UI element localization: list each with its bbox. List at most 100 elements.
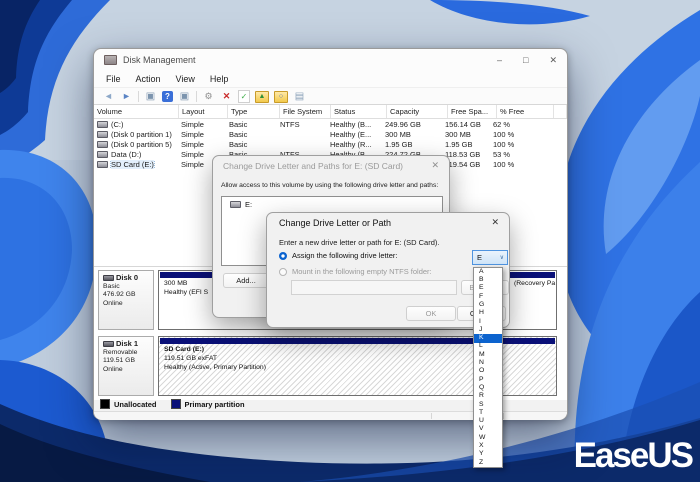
drive-letter-option[interactable]: G bbox=[474, 301, 502, 309]
drive-letter-option[interactable]: E bbox=[474, 284, 502, 293]
cell-freespace: 1.95 GB bbox=[445, 139, 473, 149]
easeus-logo: EaseUS bbox=[573, 436, 694, 475]
drive-letter-option[interactable]: O bbox=[474, 367, 502, 376]
forward-icon[interactable]: ► bbox=[120, 90, 133, 103]
volume-row[interactable]: (C:) Simple Basic NTFS Healthy (B... 249… bbox=[94, 119, 567, 129]
cell-freespace: 118.53 GB bbox=[445, 149, 481, 159]
drive-letter-option[interactable]: B bbox=[474, 276, 502, 284]
cell-freespace: 156.14 GB bbox=[445, 119, 481, 129]
cell-capacity: 300 MB bbox=[385, 129, 411, 139]
menu-action[interactable]: Action bbox=[136, 74, 161, 84]
minimize-button[interactable]: – bbox=[497, 55, 502, 66]
column-header-status[interactable]: Status bbox=[331, 105, 387, 118]
properties-check-icon[interactable]: ✓ bbox=[238, 90, 250, 103]
details-icon[interactable]: ▤ bbox=[293, 90, 306, 103]
actions-pane-icon[interactable]: ▣ bbox=[178, 90, 191, 103]
folder-search-icon[interactable]: ○ bbox=[274, 90, 288, 103]
volume-row[interactable]: (Disk 0 partition 5) Simple Basic Health… bbox=[94, 139, 567, 149]
drive-letter-combobox[interactable]: E ∨ bbox=[472, 250, 508, 265]
cell-pctfree: 100 % bbox=[493, 159, 515, 169]
drive-letter-option[interactable]: A bbox=[474, 268, 502, 276]
drive-letter-option[interactable]: F bbox=[474, 293, 502, 301]
unallocated-swatch bbox=[100, 399, 110, 409]
radio-selected-icon[interactable] bbox=[279, 251, 287, 260]
volume-name: Data (D:) bbox=[111, 149, 142, 159]
drive-letter-option-highlighted[interactable]: K bbox=[474, 334, 502, 343]
dialog-instruction: Allow access to this volume by using the… bbox=[221, 182, 439, 189]
disk-icon bbox=[103, 341, 114, 348]
assign-letter-radio-row[interactable]: Assign the following drive letter: bbox=[279, 251, 397, 260]
drive-letter-option[interactable]: U bbox=[474, 417, 502, 425]
primary-partition-band bbox=[503, 272, 555, 278]
table-header: Volume Layout Type File System Status Ca… bbox=[94, 105, 567, 119]
primary-partition-swatch bbox=[170, 399, 181, 409]
volume-name: SD Card (E:) bbox=[110, 159, 155, 169]
drive-letter-option[interactable]: X bbox=[474, 442, 502, 450]
volume-icon bbox=[97, 120, 108, 128]
cell-status: Healthy (E... bbox=[330, 129, 372, 139]
column-header-type[interactable]: Type bbox=[228, 105, 280, 118]
add-button[interactable]: Add... bbox=[223, 273, 269, 288]
combo-value: E bbox=[477, 253, 483, 262]
tools-icon[interactable]: ⚙ bbox=[202, 90, 215, 103]
assign-letter-label: Assign the following drive letter: bbox=[292, 251, 398, 260]
disk-name: Disk 1 bbox=[116, 339, 139, 348]
column-header-volume[interactable]: Volume bbox=[94, 105, 179, 118]
radio-unselected-icon bbox=[279, 267, 287, 276]
column-header-freespace[interactable]: Free Spa... bbox=[448, 105, 497, 118]
cell-pctfree: 62 % bbox=[493, 119, 511, 129]
maximize-button[interactable]: □ bbox=[523, 55, 528, 66]
close-icon[interactable]: ✕ bbox=[431, 160, 439, 171]
ok-button[interactable]: OK bbox=[406, 306, 456, 321]
disk0-label[interactable]: Disk 0 Basic 476.92 GB Online bbox=[98, 270, 154, 330]
drive-letter-option[interactable]: N bbox=[474, 359, 502, 367]
column-header-layout[interactable]: Layout bbox=[179, 105, 228, 118]
close-icon[interactable]: ✕ bbox=[491, 217, 499, 228]
column-header-pctfree[interactable]: % Free bbox=[497, 105, 554, 118]
drive-letter-option[interactable]: T bbox=[474, 409, 502, 417]
delete-icon[interactable]: ✕ bbox=[220, 90, 233, 103]
volume-name: (Disk 0 partition 5) bbox=[111, 139, 172, 149]
back-icon[interactable]: ◄ bbox=[102, 90, 115, 103]
partition-legend: Unallocated Primary partition bbox=[100, 399, 245, 409]
cell-type: Basic bbox=[229, 139, 248, 149]
drive-letter-option[interactable]: Z bbox=[474, 459, 502, 467]
disk-size: 119.51 GB bbox=[103, 357, 135, 365]
help-icon[interactable]: ? bbox=[162, 91, 173, 102]
mount-path-field bbox=[291, 280, 457, 295]
cell-layout: Simple bbox=[181, 129, 204, 139]
mount-folder-label: Mount in the following empty NTFS folder… bbox=[292, 267, 432, 276]
console-window-icon[interactable]: ▣ bbox=[144, 90, 157, 103]
column-header-filesystem[interactable]: File System bbox=[280, 105, 331, 118]
drive-letter-option[interactable]: P bbox=[474, 376, 502, 384]
disk-status: Online bbox=[103, 299, 123, 307]
drive-letter-option[interactable]: H bbox=[474, 309, 502, 317]
drive-letter-dropdown-list[interactable]: A B E F G H I J K L M N O P Q R S T U V … bbox=[473, 267, 503, 468]
drive-letter-option[interactable]: V bbox=[474, 425, 502, 434]
menu-file[interactable]: File bbox=[106, 74, 121, 84]
volume-icon bbox=[97, 160, 108, 168]
drive-letter-option[interactable]: L bbox=[474, 342, 502, 351]
disk-status: Online bbox=[103, 365, 123, 373]
cell-status: Healthy (R... bbox=[330, 139, 372, 149]
drive-letter-option[interactable]: Y bbox=[474, 450, 502, 459]
drive-letter-option[interactable]: W bbox=[474, 434, 502, 442]
column-header-capacity[interactable]: Capacity bbox=[387, 105, 448, 118]
disk1-label[interactable]: Disk 1 Removable 119.51 GB Online bbox=[98, 336, 154, 396]
close-button[interactable]: ✕ bbox=[549, 55, 557, 66]
volume-row[interactable]: (Disk 0 partition 1) Simple Basic Health… bbox=[94, 129, 567, 139]
drive-letter-option[interactable]: Q bbox=[474, 384, 502, 392]
drive-letter-option[interactable]: S bbox=[474, 401, 502, 409]
menu-view[interactable]: View bbox=[176, 74, 195, 84]
menu-help[interactable]: Help bbox=[210, 74, 229, 84]
drive-letter-option[interactable]: R bbox=[474, 392, 502, 400]
drive-letter-option[interactable]: J bbox=[474, 326, 502, 334]
drive-letter-option[interactable]: M bbox=[474, 351, 502, 359]
disk-type: Basic bbox=[103, 282, 120, 290]
partition-label: (Recovery Pa bbox=[514, 280, 556, 287]
drive-letter-option[interactable]: I bbox=[474, 318, 502, 326]
folder-up-icon[interactable]: ▲ bbox=[255, 90, 269, 103]
list-item[interactable]: E: bbox=[222, 197, 442, 209]
dialog-title: Change Drive Letter or Path bbox=[279, 218, 392, 228]
volume-name: (C:) bbox=[111, 119, 124, 129]
